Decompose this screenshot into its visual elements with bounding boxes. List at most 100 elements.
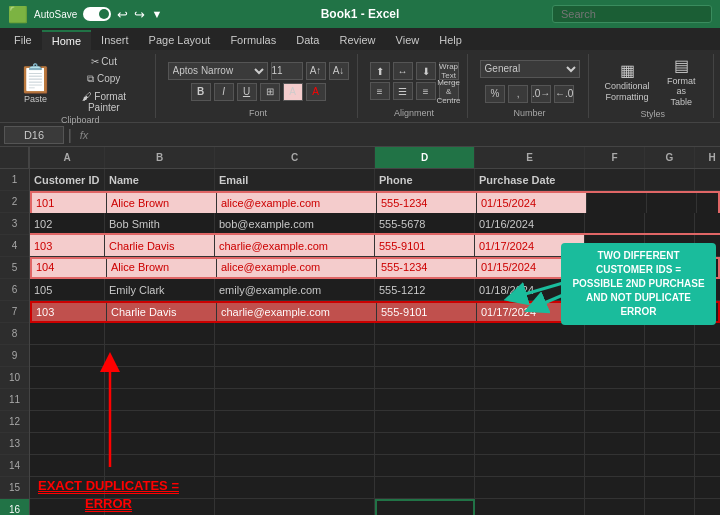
cell-f16[interactable] <box>585 499 645 515</box>
format-as-table-button[interactable]: ▤ Format as Table <box>658 54 705 109</box>
cell-c15[interactable] <box>215 477 375 498</box>
cell-c5[interactable]: alice@example.com <box>217 257 377 277</box>
cell-b3[interactable]: Bob Smith <box>105 213 215 234</box>
cell-g15[interactable] <box>645 477 695 498</box>
cell-g14[interactable] <box>645 455 695 476</box>
cell-d7[interactable]: 555-9101 <box>377 303 477 321</box>
cell-b1[interactable]: Name <box>105 169 215 190</box>
cell-a4[interactable]: 103 <box>30 235 105 256</box>
font-name-select[interactable]: Aptos Narrow <box>168 62 268 80</box>
cell-h12[interactable] <box>695 411 720 432</box>
cell-f8[interactable] <box>585 323 645 344</box>
format-painter-button[interactable]: 🖌 Format Painter <box>61 89 147 115</box>
font-size-input[interactable] <box>271 62 303 80</box>
cell-c3[interactable]: bob@example.com <box>215 213 375 234</box>
tab-review[interactable]: Review <box>329 30 385 50</box>
cell-c4[interactable]: charlie@example.com <box>215 235 375 256</box>
align-right-button[interactable]: ≡ <box>416 82 436 100</box>
cell-f3[interactable] <box>585 213 645 234</box>
cell-d1[interactable]: Phone <box>375 169 475 190</box>
copy-button[interactable]: ⧉ Copy <box>61 71 147 87</box>
cell-h1[interactable] <box>695 169 720 190</box>
cell-b11[interactable] <box>105 389 215 410</box>
row-header-16[interactable]: 16 <box>0 499 29 515</box>
row-header-14[interactable]: 14 <box>0 455 29 477</box>
tab-data[interactable]: Data <box>286 30 329 50</box>
cell-d14[interactable] <box>375 455 475 476</box>
row-header-3[interactable]: 3 <box>0 213 29 235</box>
cell-e7[interactable]: 01/17/2024 <box>477 303 587 321</box>
cell-h11[interactable] <box>695 389 720 410</box>
cell-c9[interactable] <box>215 345 375 366</box>
col-header-a[interactable]: A <box>30 147 105 168</box>
italic-button[interactable]: I <box>214 83 234 101</box>
cell-a10[interactable] <box>30 367 105 388</box>
cell-a1[interactable]: Customer ID <box>30 169 105 190</box>
cell-a5[interactable]: 104 <box>32 257 107 277</box>
cell-e15[interactable] <box>475 477 585 498</box>
cell-a16[interactable] <box>30 499 105 515</box>
cell-g4[interactable] <box>645 235 695 256</box>
cell-c14[interactable] <box>215 455 375 476</box>
cell-f10[interactable] <box>585 367 645 388</box>
cell-d12[interactable] <box>375 411 475 432</box>
row-header-11[interactable]: 11 <box>0 389 29 411</box>
cell-d5[interactable]: 555-1234 <box>377 257 477 277</box>
cell-b9[interactable] <box>105 345 215 366</box>
cell-b15[interactable] <box>105 477 215 498</box>
row-header-6[interactable]: 6 <box>0 279 29 301</box>
cell-b12[interactable] <box>105 411 215 432</box>
paste-button[interactable]: 📋 Paste <box>14 63 57 106</box>
row-header-15[interactable]: 15 <box>0 477 29 499</box>
cell-h13[interactable] <box>695 433 720 454</box>
cell-f1[interactable] <box>585 169 645 190</box>
tab-file[interactable]: File <box>4 30 42 50</box>
redo-icon[interactable]: ↪ <box>134 7 145 22</box>
cell-a11[interactable] <box>30 389 105 410</box>
cell-h5[interactable] <box>697 257 720 277</box>
cell-e1[interactable]: Purchase Date <box>475 169 585 190</box>
cell-d13[interactable] <box>375 433 475 454</box>
col-header-b[interactable]: B <box>105 147 215 168</box>
cell-e4[interactable]: 01/17/2024 <box>475 235 585 256</box>
cell-g16[interactable] <box>645 499 695 515</box>
cell-e16[interactable] <box>475 499 585 515</box>
cell-e8[interactable] <box>475 323 585 344</box>
cell-c8[interactable] <box>215 323 375 344</box>
cell-c13[interactable] <box>215 433 375 454</box>
cell-f5[interactable] <box>587 257 647 277</box>
cell-e14[interactable] <box>475 455 585 476</box>
cell-e9[interactable] <box>475 345 585 366</box>
font-color-button[interactable]: A <box>306 83 326 101</box>
cell-h8[interactable] <box>695 323 720 344</box>
cell-g5[interactable] <box>647 257 697 277</box>
cell-g1[interactable] <box>645 169 695 190</box>
col-header-d[interactable]: D <box>375 147 475 168</box>
decrease-decimal-button[interactable]: ←.0 <box>554 85 574 103</box>
tab-formulas[interactable]: Formulas <box>220 30 286 50</box>
border-button[interactable]: ⊞ <box>260 83 280 101</box>
cell-b10[interactable] <box>105 367 215 388</box>
increase-decimal-button[interactable]: .0→ <box>531 85 551 103</box>
cell-g8[interactable] <box>645 323 695 344</box>
cell-a3[interactable]: 102 <box>30 213 105 234</box>
customize-icon[interactable]: ▼ <box>151 8 162 20</box>
cell-d8[interactable] <box>375 323 475 344</box>
row-header-13[interactable]: 13 <box>0 433 29 455</box>
cell-g10[interactable] <box>645 367 695 388</box>
search-input[interactable] <box>552 5 712 23</box>
cell-h3[interactable] <box>695 213 720 234</box>
row-header-2[interactable]: 2 <box>0 191 29 213</box>
row-header-7[interactable]: 7 <box>0 301 29 323</box>
tab-page-layout[interactable]: Page Layout <box>139 30 221 50</box>
font-size-decrease[interactable]: A↓ <box>329 62 349 80</box>
cell-h10[interactable] <box>695 367 720 388</box>
cell-e5[interactable]: 01/15/2024 <box>477 257 587 277</box>
cell-d10[interactable] <box>375 367 475 388</box>
font-size-increase[interactable]: A↑ <box>306 62 326 80</box>
cell-d11[interactable] <box>375 389 475 410</box>
cell-f9[interactable] <box>585 345 645 366</box>
formula-input[interactable] <box>96 129 716 141</box>
cell-g9[interactable] <box>645 345 695 366</box>
cell-f12[interactable] <box>585 411 645 432</box>
